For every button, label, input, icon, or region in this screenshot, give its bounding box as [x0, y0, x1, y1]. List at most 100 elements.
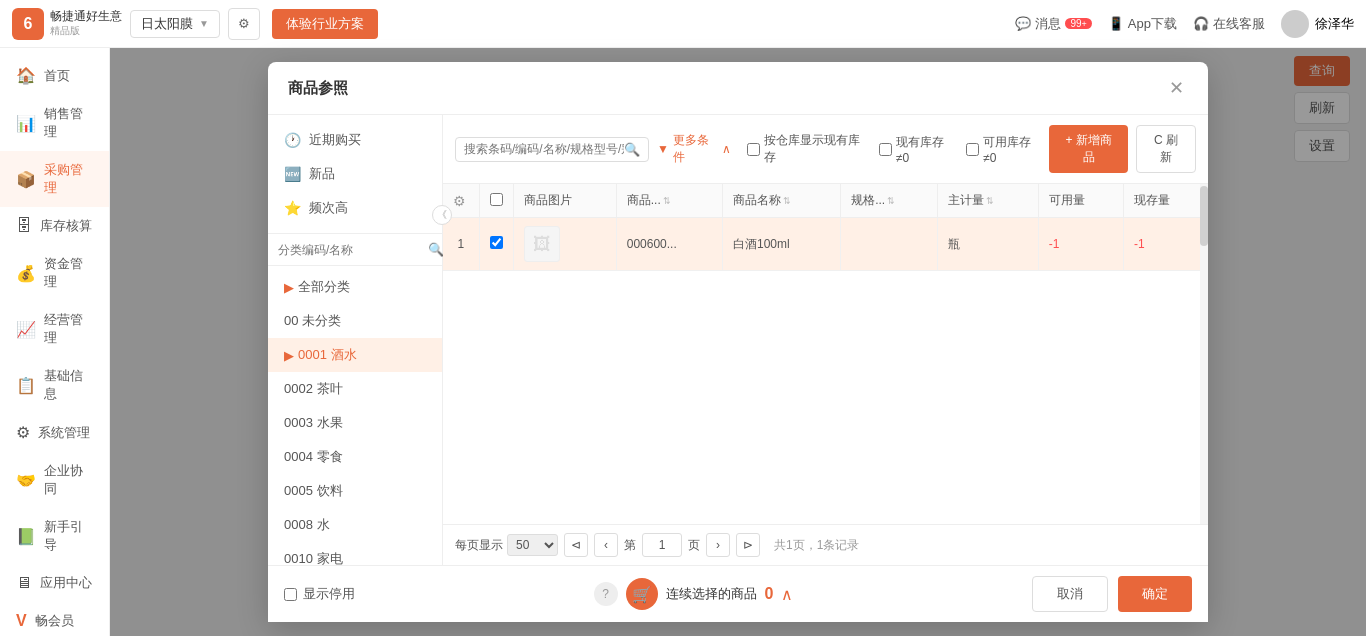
cancel-button[interactable]: 取消 [1032, 576, 1108, 612]
sidebar-item-inventory[interactable]: 🗄 库存核算 [0, 207, 109, 245]
category-item-liquor[interactable]: ▶ 0001 酒水 [268, 338, 442, 372]
filter-more-btn[interactable]: ▼ 更多条件 ∧ [657, 132, 731, 166]
select-all-checkbox[interactable] [490, 193, 503, 206]
refresh-btn[interactable]: C 刷新 [1136, 125, 1196, 173]
category-search-input[interactable] [278, 243, 428, 257]
scrollbar-thumb[interactable] [1200, 186, 1208, 246]
table-row[interactable]: 1 🖼 [443, 218, 1208, 271]
td-name: 白酒100ml [723, 218, 841, 271]
sidebar-item-home[interactable]: 🏠 首页 [0, 56, 109, 95]
category-item-appliance[interactable]: 0010 家电 [268, 542, 442, 565]
modal-overlay: 商品参照 ✕ 🕐 近期购买 🆕 [110, 48, 1366, 636]
sidebar-item-sales[interactable]: 📊 销售管理 [0, 95, 109, 151]
sidebar-item-member[interactable]: V 畅会员 [0, 602, 109, 636]
td-num: 1 [443, 218, 479, 271]
first-page-btn[interactable]: ⊲ [564, 533, 588, 557]
headset-icon: 🎧 [1193, 16, 1209, 31]
filter-arrow-icon: ∧ [722, 142, 731, 156]
user-name: 徐泽华 [1315, 15, 1354, 33]
td-spec [841, 218, 938, 271]
sidebar-item-guide[interactable]: 📗 新手引导 [0, 508, 109, 564]
th-name: 商品名称 ⇅ [723, 184, 841, 218]
category-item-fruit[interactable]: 0003 水果 [268, 406, 442, 440]
footer-center: ? 🛒 连续选择的商品 0 ∧ [594, 578, 794, 610]
selector-arrow-icon: ▼ [199, 18, 209, 29]
sort-icon[interactable]: ⇅ [986, 196, 994, 206]
show-disabled-checkbox[interactable]: 显示停用 [284, 585, 355, 603]
filter-icon: ▼ [657, 142, 669, 156]
app-download-nav-item[interactable]: 📱 App下载 [1108, 15, 1177, 33]
table-settings-icon[interactable]: ⚙ [453, 193, 466, 209]
sidebar-item-finance[interactable]: 💰 资金管理 [0, 245, 109, 301]
search-icon[interactable]: 🔍 [624, 142, 640, 157]
th-checkbox [479, 184, 513, 218]
checkbox-usable-nonzero-input[interactable] [966, 143, 979, 156]
online-service-nav-item[interactable]: 🎧 在线客服 [1193, 15, 1265, 33]
settings-nav-button[interactable]: ⚙ [228, 8, 260, 40]
user-area[interactable]: 徐泽华 [1281, 10, 1354, 38]
category-item-beverage[interactable]: 0005 饮料 [268, 474, 442, 508]
category-item-snack[interactable]: 0004 零食 [268, 440, 442, 474]
checkbox-usable-nonzero[interactable]: 可用库存≠0 [966, 134, 1041, 165]
checkbox-available-nonzero-input[interactable] [879, 143, 892, 156]
experience-btn[interactable]: 体验行业方案 [272, 9, 378, 39]
tab-new-products[interactable]: 🆕 新品 [268, 157, 442, 191]
category-list: ▶ 全部分类 00 未分类 ▶ 0001 酒水 0002 茶 [268, 266, 442, 565]
th-spec-label: 规格... [851, 192, 885, 209]
last-page-btn[interactable]: ⊳ [736, 533, 760, 557]
checkbox-by-warehouse-input[interactable] [747, 143, 760, 156]
member-icon: V [16, 612, 27, 630]
td-checkbox [479, 218, 513, 271]
sort-icon[interactable]: ⇅ [887, 196, 895, 206]
checkbox-filters: 按仓库显示现有库存 现有库存≠0 可用库存≠0 [747, 132, 1041, 166]
scrollbar-track[interactable] [1200, 184, 1208, 524]
checkbox-by-warehouse[interactable]: 按仓库显示现有库存 [747, 132, 867, 166]
sidebar: 🏠 首页 📊 销售管理 📦 采购管理 🗄 库存核算 💰 资金管理 📈 经营管理 … [0, 48, 110, 636]
cart-button[interactable]: 🛒 [626, 578, 658, 610]
sidebar-item-system[interactable]: ⚙ 系统管理 [0, 413, 109, 452]
content-area: 查询 刷新 设置 商品参照 ✕ 🕐 [110, 48, 1366, 636]
category-item-all[interactable]: ▶ 全部分类 [268, 270, 442, 304]
per-page-select[interactable]: 20 50 100 [507, 534, 558, 556]
checkbox-available-nonzero[interactable]: 现有库存≠0 [879, 134, 954, 165]
category-search-icon[interactable]: 🔍 [428, 242, 444, 257]
footer-collapse-icon[interactable]: ∧ [781, 585, 793, 604]
category-item-tea[interactable]: 0002 茶叶 [268, 372, 442, 406]
modal-close-button[interactable]: ✕ [1164, 76, 1188, 100]
product-search-input[interactable] [464, 142, 624, 156]
operation-icon: 📈 [16, 320, 36, 339]
td-image: 🖼 [513, 218, 616, 271]
help-icon[interactable]: ? [594, 582, 618, 606]
category-item-uncategorized[interactable]: 00 未分类 [268, 304, 442, 338]
row-checkbox[interactable] [490, 236, 503, 249]
sidebar-item-purchase[interactable]: 📦 采购管理 [0, 151, 109, 207]
message-nav-item[interactable]: 💬 消息 99+ [1015, 15, 1091, 33]
td-unit: 瓶 [938, 218, 1038, 271]
image-placeholder-icon: 🖼 [533, 234, 551, 255]
next-page-btn[interactable]: › [706, 533, 730, 557]
sidebar-item-basic[interactable]: 📋 基础信息 [0, 357, 109, 413]
logo-title: 畅捷通好生意 [50, 9, 122, 25]
store-selector[interactable]: 日太阳膜 ▼ [130, 10, 220, 38]
category-label: 00 未分类 [284, 312, 341, 330]
tab-high-frequency[interactable]: ⭐ 频次高 [268, 191, 442, 225]
collapse-panel-button[interactable]: 《 [432, 205, 452, 225]
add-product-btn[interactable]: + 新增商品 [1049, 125, 1128, 173]
category-item-water[interactable]: 0008 水 [268, 508, 442, 542]
confirm-button[interactable]: 确定 [1118, 576, 1192, 612]
page-number-input[interactable] [642, 533, 682, 557]
page-size-selector: 每页显示 20 50 100 [455, 534, 558, 556]
pagination: 每页显示 20 50 100 ⊲ ‹ 第 页 [443, 524, 1208, 565]
checkbox-usable-nonzero-label: 可用库存≠0 [983, 134, 1041, 165]
sort-icon[interactable]: ⇅ [783, 196, 791, 206]
sidebar-item-enterprise[interactable]: 🤝 企业协同 [0, 452, 109, 508]
sort-icon[interactable]: ⇅ [663, 196, 671, 206]
sidebar-item-appstore[interactable]: 🖥 应用中心 [0, 564, 109, 602]
sidebar-item-operation[interactable]: 📈 经营管理 [0, 301, 109, 357]
page-suffix: 页 [688, 537, 700, 554]
prev-page-btn[interactable]: ‹ [594, 533, 618, 557]
sidebar-item-label: 新手引导 [44, 518, 93, 554]
th-code: 商品... ⇅ [616, 184, 722, 218]
tab-recent-purchase[interactable]: 🕐 近期购买 [268, 123, 442, 157]
show-disabled-input[interactable] [284, 588, 297, 601]
